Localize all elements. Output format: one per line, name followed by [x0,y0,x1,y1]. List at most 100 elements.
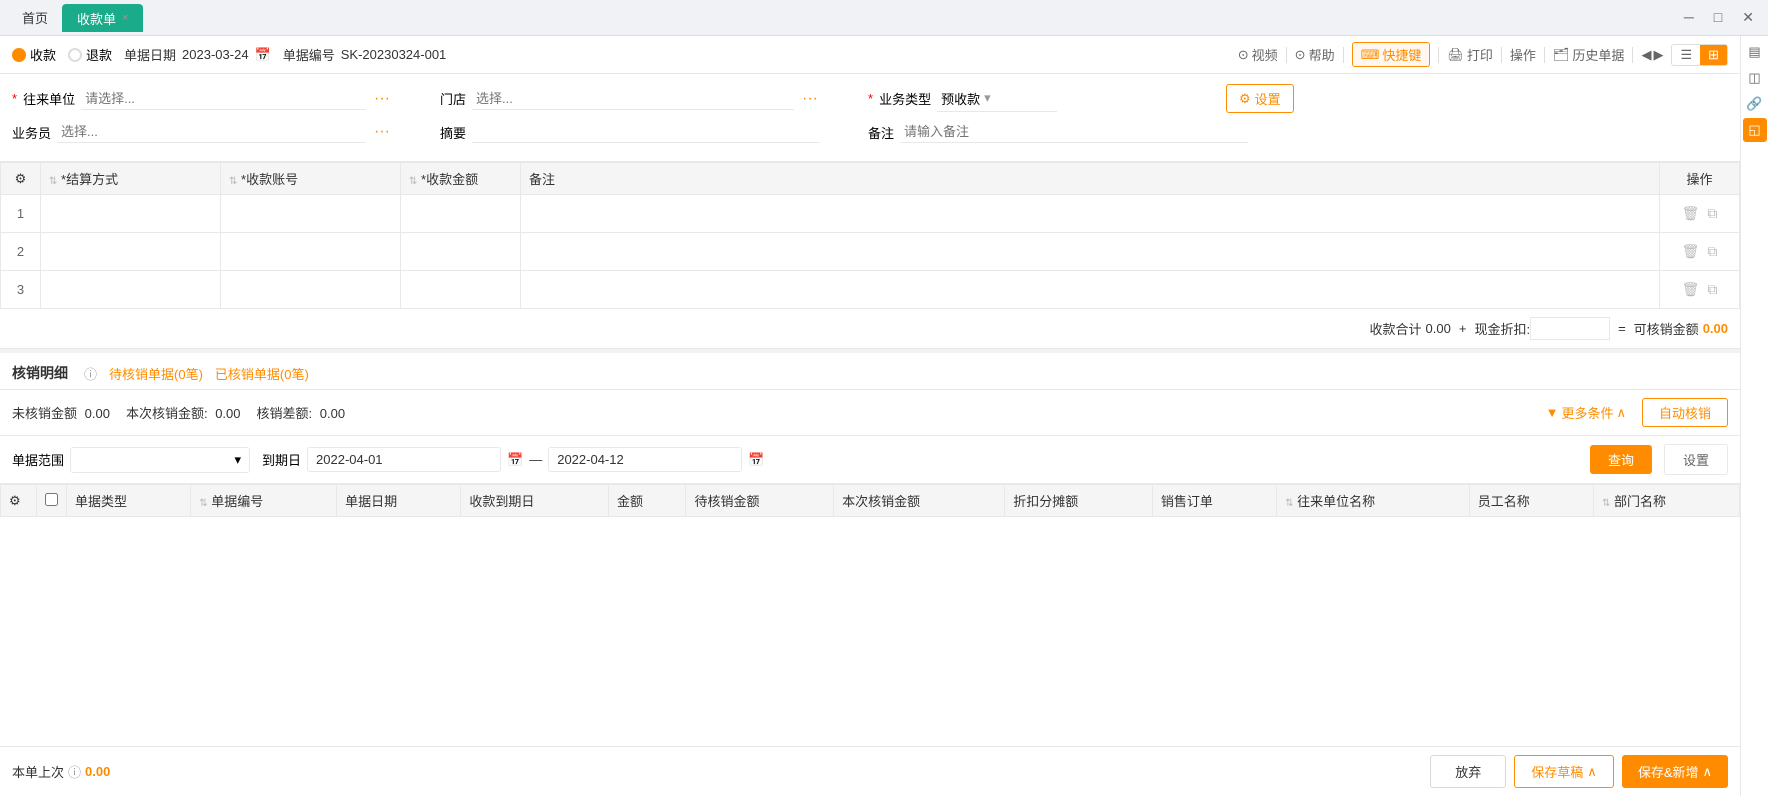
tab-close-icon[interactable]: × [122,12,128,24]
number-label: 单据编号 [283,45,335,64]
receipt-radio[interactable]: 收款 [12,45,56,64]
delete-row-btn[interactable]: 🗑 [1682,205,1700,222]
tab-receipt[interactable]: 收款单 × [62,4,143,32]
shop-more-btn[interactable]: ··· [800,90,820,108]
settlement-cell[interactable] [41,233,221,271]
staff-input[interactable] [57,121,366,143]
account-cell[interactable] [221,195,401,233]
th-operation-label: 操作 [1686,172,1712,187]
gear-icon: ⚙ [1239,91,1251,107]
minimize-button[interactable]: ─ [1678,7,1700,28]
shop-input[interactable] [472,88,794,110]
divider6 [1632,47,1633,63]
sub-settings-btn[interactable]: 设置 [1664,444,1728,475]
info-icon[interactable]: ⓘ [84,364,97,383]
partner-input[interactable] [81,88,366,110]
tab-home[interactable]: 首页 [8,4,62,32]
account-cell[interactable] [221,233,401,271]
sort-icon-3: ⇅ [409,176,417,187]
operation-link[interactable]: 操作 [1510,45,1536,64]
refund-radio-label: 退款 [86,45,112,64]
settlement-cell[interactable] [41,271,221,309]
auto-reconcile-btn[interactable]: 自动核销 [1642,398,1728,427]
staff-more-btn[interactable]: ··· [372,123,392,141]
save-new-button[interactable]: 保存&新增 ∧ [1622,755,1728,788]
copy-row-btn[interactable]: ⧉ [1707,243,1717,260]
delete-row-btn[interactable]: 🗑 [1682,281,1700,298]
close-button[interactable]: ✕ [1736,7,1760,28]
verifiable-value: 0.00 [1703,321,1728,336]
date-from-input[interactable] [307,447,501,472]
sub-th-discount: 折扣分摊额 [1005,485,1153,517]
business-type-select[interactable]: 预收款 ▾ [937,86,1057,112]
copy-row-btn[interactable]: ⧉ [1707,205,1717,222]
prev-arrow[interactable]: ◀ [1641,47,1651,63]
sidebar-expand-icon[interactable]: ◱ [1743,118,1767,142]
next-arrow[interactable]: ▶ [1653,47,1663,63]
sub-th-settings[interactable]: ⚙ [1,485,37,517]
form-view-btn[interactable]: ⊞ [1700,45,1727,65]
sub-th-checkbox[interactable] [37,485,67,517]
sidebar-table-icon[interactable]: ▤ [1743,40,1767,64]
print-icon: 🖨 [1447,47,1464,63]
date-to-input[interactable] [548,447,742,472]
settings-button[interactable]: ⚙ 设置 [1226,84,1294,113]
done-tab[interactable]: 已核销单据(0笔) [215,364,309,383]
date-calendar-icon[interactable]: 📅 [255,47,271,63]
discount-input[interactable] [1530,317,1610,340]
save-draft-button[interactable]: 保存草稿 ∧ [1514,755,1614,788]
remark-cell[interactable] [521,233,1660,271]
select-all-checkbox[interactable] [45,493,58,506]
right-sidebar: ▤ ◫ 🔗 ◱ [1740,36,1768,796]
number-group: 单据编号 SK-20230324-001 [283,45,447,64]
receipt-table-container: ⚙ ⇅ *结算方式 ⇅ *收款账号 ⇅ *收款金额 备注 [0,162,1740,309]
info-circle-icon[interactable]: ⓘ [68,762,81,781]
history-link[interactable]: 🗂 历史单据 [1553,45,1625,64]
save-draft-label: 保存草稿 [1531,762,1583,781]
range-chevron-icon: ▾ [234,452,241,468]
sub-th-current-label: 本次核销金额 [842,494,920,509]
summary-input[interactable] [472,121,820,143]
settlement-cell[interactable] [41,195,221,233]
copy-row-btn[interactable]: ⧉ [1707,281,1717,298]
calendar-to-icon[interactable]: 📅 [748,452,764,468]
table-settings-icon[interactable]: ⚙ [15,171,27,186]
main-container: 收款 退款 单据日期 2023-03-24 📅 单据编号 SK-20230324… [0,36,1740,796]
maximize-button[interactable]: □ [1708,7,1728,28]
sub-th-bill-type: 单据类型 [67,485,191,517]
remark-cell[interactable] [521,195,1660,233]
settings-label: 设置 [1255,89,1281,108]
amount-cell[interactable] [401,233,521,271]
business-type-label: 业务类型 [879,89,931,108]
bill-prev-label: 本单上次 [12,762,64,781]
list-view-btn[interactable]: ☰ [1672,45,1700,65]
remark-cell[interactable] [521,271,1660,309]
help-link[interactable]: ⊙ 帮助 [1295,45,1335,64]
th-settings[interactable]: ⚙ [1,163,41,195]
shortcut-link[interactable]: ⌨ 快捷键 [1352,42,1431,67]
more-conditions-btn[interactable]: ▼ 更多条件 ∧ [1546,403,1626,422]
pending-tab[interactable]: 待核销单据(0笔) [109,364,203,383]
abandon-button[interactable]: 放弃 [1430,755,1506,788]
sidebar-link-icon[interactable]: 🔗 [1743,92,1767,116]
sub-sort-icon-1: ⇅ [199,498,207,509]
toolbar-actions: ⊙ 视频 ⊙ 帮助 ⌨ 快捷键 🖨 打印 操作 [1238,42,1728,67]
amount-cell[interactable] [401,195,521,233]
reconcile-section: 核销明细 ⓘ 待核销单据(0笔) 已核销单据(0笔) 未核销金额 0.00 本次… [0,349,1740,746]
due-date-field: 到期日 📅 — 📅 [262,447,764,472]
delete-row-btn[interactable]: 🗑 [1682,243,1700,260]
sidebar-form-icon[interactable]: ◫ [1743,66,1767,90]
account-cell[interactable] [221,271,401,309]
calendar-from-icon[interactable]: 📅 [507,452,523,468]
auto-btn-label: 自动核销 [1659,406,1711,421]
sub-th-dept-label: 部门名称 [1614,494,1666,509]
amount-cell[interactable] [401,271,521,309]
query-btn[interactable]: 查询 [1590,445,1652,474]
range-select[interactable]: ▾ [70,447,250,473]
print-link[interactable]: 🖨 打印 [1447,45,1493,64]
refund-radio[interactable]: 退款 [68,45,112,64]
remark-input[interactable] [900,121,1248,143]
video-link[interactable]: ⊙ 视频 [1238,45,1278,64]
business-type-field: * 业务类型 预收款 ▾ [868,86,1218,112]
partner-more-btn[interactable]: ··· [372,90,392,108]
